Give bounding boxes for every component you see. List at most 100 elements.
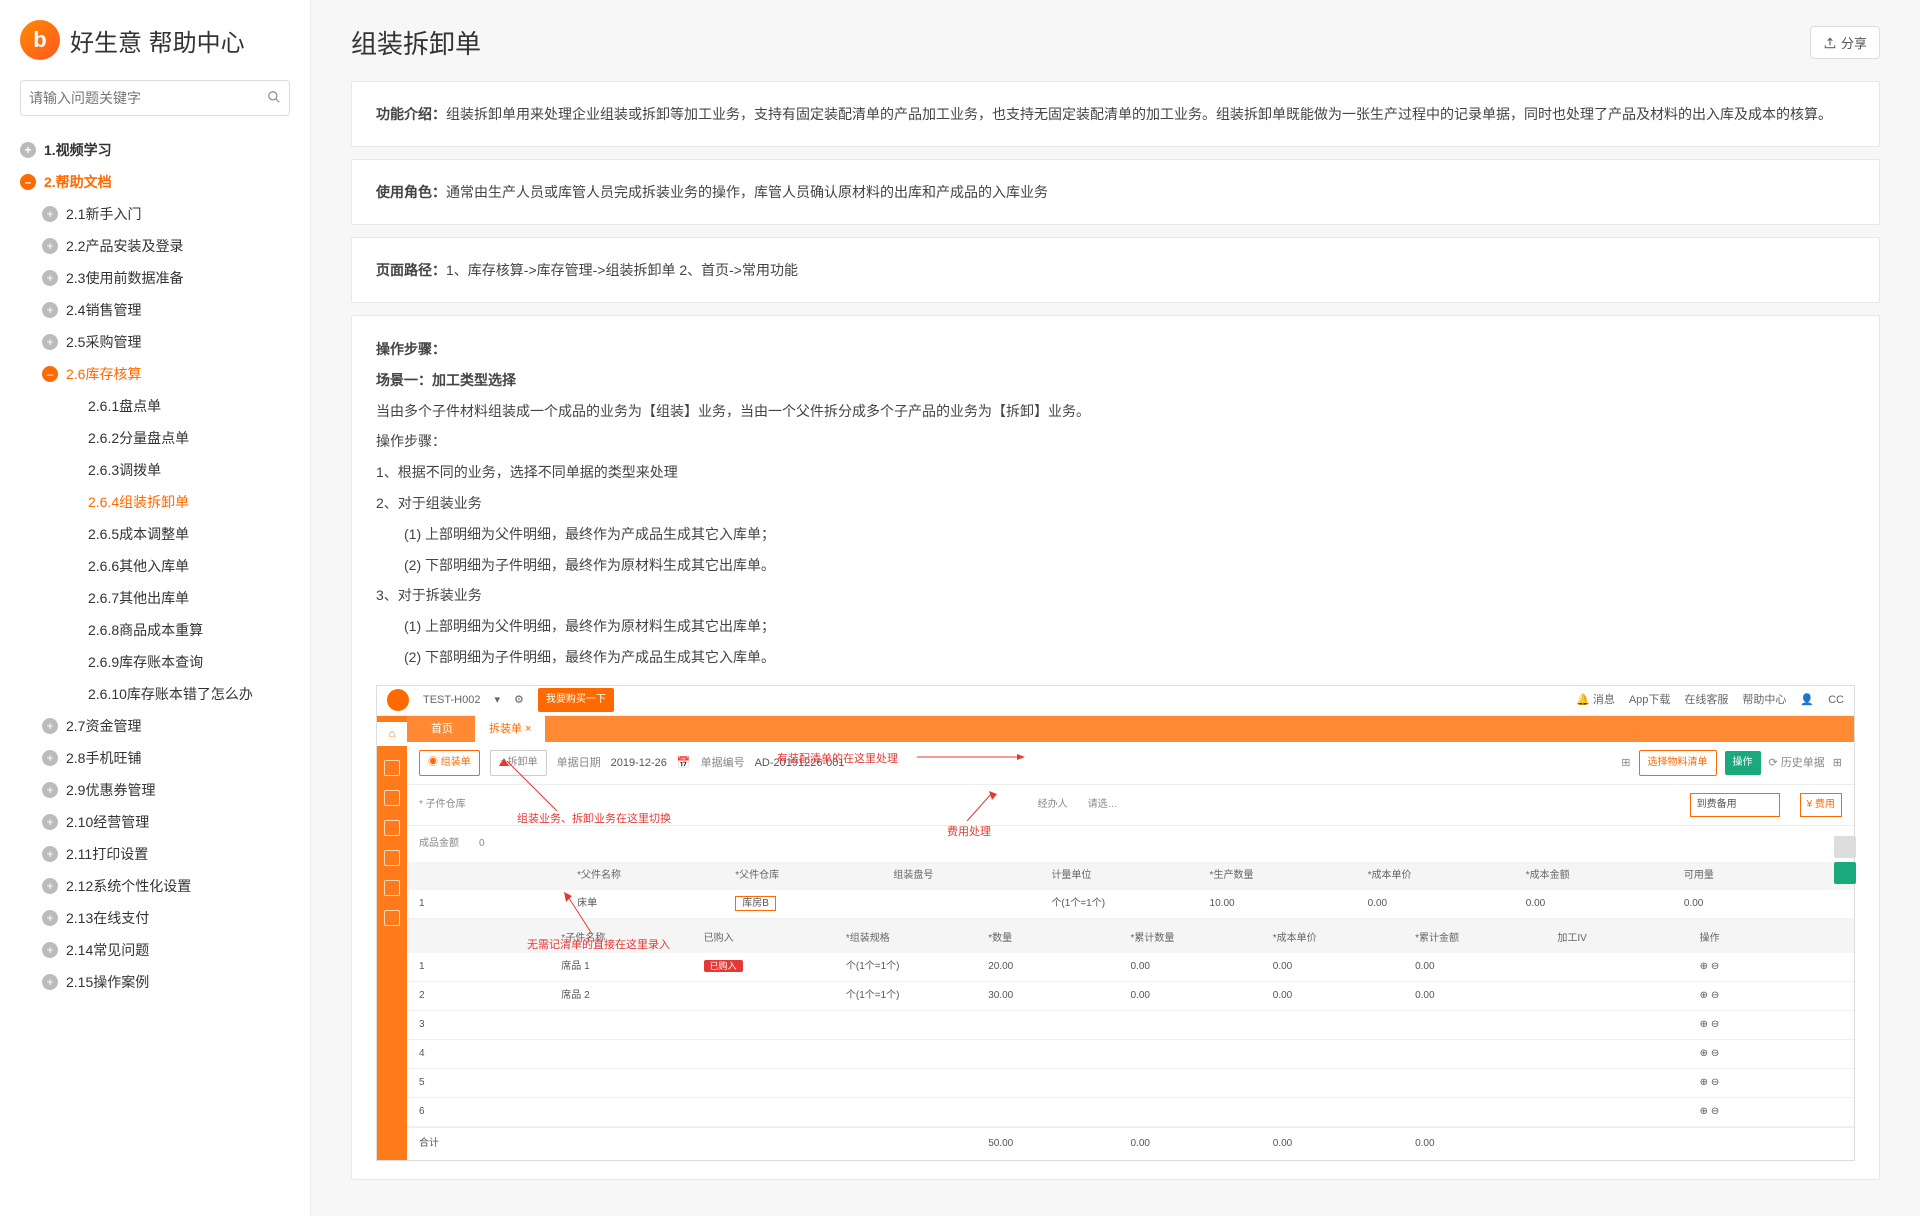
anno-fee: 费用处理 [947, 821, 991, 843]
ss-rail-icon [384, 790, 400, 806]
plus-icon: + [42, 750, 58, 766]
nav-2-12[interactable]: +2.12系统个性化设置 [20, 870, 310, 902]
ss-chip-ops: 操作 [1725, 751, 1761, 775]
nav-2-9[interactable]: +2.9优惠券管理 [20, 774, 310, 806]
nav-2-4[interactable]: +2.4销售管理 [20, 294, 310, 326]
ss-float-icon [1834, 862, 1856, 884]
nav-2-5[interactable]: +2.5采购管理 [20, 326, 310, 358]
ss-date-val: 2019-12-26 [611, 752, 667, 774]
ss-brand-icon [387, 689, 409, 711]
card-role: 使用角色：通常由生产人员或库管人员完成拆装业务的操作，库管人员确认原材料的出库和… [351, 159, 1880, 225]
ss-warehouse-label: * 子件仓库 [419, 795, 466, 815]
plus-icon: + [42, 846, 58, 862]
card-intro: 功能介绍：组装拆卸单用来处理企业组装或拆卸等加工业务，支持有固定装配清单的产品加… [351, 81, 1880, 147]
path-label: 页面路径： [376, 262, 446, 278]
ss-topbar: TEST-H002 ▾ ⚙ 我要购买一下 🔔 消息 App下载 在线客服 帮助中… [377, 686, 1854, 716]
nav-2-1[interactable]: +2.1新手入门 [20, 198, 310, 230]
anno-bom: 有装配清单的在这里处理 [777, 748, 898, 770]
nav-2-8[interactable]: +2.8手机旺铺 [20, 742, 310, 774]
nav-2-15[interactable]: +2.15操作案例 [20, 966, 310, 998]
ss-app: App下载 [1629, 689, 1671, 711]
nav-2-10[interactable]: +2.10经营管理 [20, 806, 310, 838]
plus-icon: + [42, 878, 58, 894]
nav-docs[interactable]: –2.帮助文档 [20, 166, 310, 198]
plus-icon: + [42, 206, 58, 222]
ss-left-rail: ⌂ [377, 716, 407, 1160]
nav-2-6-7[interactable]: 2.6.7其他出库单 [20, 582, 310, 614]
step-2: 2、对于组装业务 [376, 488, 1855, 519]
nav-2-7[interactable]: +2.7资金管理 [20, 710, 310, 742]
share-button[interactable]: 分享 [1810, 26, 1880, 59]
step-3a: (1) 上部明细为父件明细，最终作为原材料生成其它出库单； [376, 611, 1855, 642]
ss-amount-label: 成品金额 [419, 834, 459, 854]
ss-chip-disassemble: ○ 拆卸单 [490, 750, 547, 776]
steps-sub: 操作步骤： [376, 426, 1855, 457]
site-brand: b 好生意 帮助中心 [20, 20, 310, 60]
ss-msg: 🔔 消息 [1576, 689, 1615, 711]
ss-float-icon [1834, 836, 1856, 858]
search-input[interactable] [29, 90, 267, 106]
plus-icon: + [42, 974, 58, 990]
plus-icon: + [42, 910, 58, 926]
main-content: 组装拆卸单 分享 功能介绍：组装拆卸单用来处理企业组装或拆卸等加工业务，支持有固… [310, 0, 1920, 1216]
ss-child-row: 5⊕ ⊖ [407, 1069, 1854, 1098]
nav-2-6-9[interactable]: 2.6.9库存账本查询 [20, 646, 310, 678]
ss-fee-btn: ¥ 费用 [1800, 793, 1842, 817]
nav-video[interactable]: +1.视频学习 [20, 134, 310, 166]
site-title: 好生意 帮助中心 [70, 23, 245, 58]
nav-2-6-10[interactable]: 2.6.10库存账本错了怎么办 [20, 678, 310, 710]
path-text: 1、库存核算->库存管理->组装拆卸单 2、首页->常用功能 [446, 262, 798, 278]
ss-totals: 合计50.000.000.000.00 [407, 1127, 1854, 1160]
ss-account: TEST-H002 [423, 689, 480, 711]
plus-icon: + [42, 334, 58, 350]
ss-rail-icon [384, 760, 400, 776]
steps-heading: 操作步骤： [376, 334, 1855, 365]
ss-user: CC [1828, 689, 1844, 711]
ss-toolbar: ◉ 组装单 ○ 拆卸单 单据日期 2019-12-26 📅 单据编号 AD-20… [407, 742, 1854, 785]
share-icon [1823, 36, 1837, 50]
plus-icon: + [42, 718, 58, 734]
step-2a: (1) 上部明细为父件明细，最终作为产成品生成其它入库单； [376, 519, 1855, 550]
ss-child-row: 6⊕ ⊖ [407, 1098, 1854, 1127]
ss-rail-icon [384, 820, 400, 836]
ss-chip-assemble: ◉ 组装单 [419, 750, 480, 776]
scene-desc: 当由多个子件材料组装成一个成品的业务为【组装】业务，当由一个父件拆分成多个子产品… [376, 396, 1855, 427]
intro-label: 功能介绍： [376, 106, 446, 122]
nav-2-6-6[interactable]: 2.6.6其他入库单 [20, 550, 310, 582]
search-box[interactable] [20, 80, 290, 116]
minus-icon: – [42, 366, 58, 382]
step-3b: (2) 下部明细为子件明细，最终作为产成品生成其它入库单。 [376, 642, 1855, 673]
intro-text: 组装拆卸单用来处理企业组装或拆卸等加工业务，支持有固定装配清单的产品加工业务，也… [446, 106, 1832, 122]
ss-child-row: 4⊕ ⊖ [407, 1040, 1854, 1069]
ss-home-icon: ⌂ [377, 722, 407, 746]
nav-2-6-1[interactable]: 2.6.1盘点单 [20, 390, 310, 422]
nav-2-6-5[interactable]: 2.6.5成本调整单 [20, 518, 310, 550]
ss-handler-ph: 请选… [1088, 795, 1118, 815]
ss-parent-head: *父件名称*父件仓库组装盘号计量单位*生产数量*成本单价*成本金额可用量 [407, 862, 1854, 890]
ss-chip-bom: 选择物料清单 [1639, 750, 1717, 776]
nav-2-2[interactable]: +2.2产品安装及登录 [20, 230, 310, 262]
plus-icon: + [42, 270, 58, 286]
ss-rail-icon [384, 850, 400, 866]
page-title: 组装拆卸单 [351, 24, 481, 61]
ss-child-row: 1席品 1已购入个(1个=1个)20.000.000.000.00⊕ ⊖ [407, 953, 1854, 982]
nav-2-6-8[interactable]: 2.6.8商品成本重算 [20, 614, 310, 646]
nav-2-6-3[interactable]: 2.6.3调拨单 [20, 454, 310, 486]
nav-2-3[interactable]: +2.3使用前数据准备 [20, 262, 310, 294]
sidebar: b 好生意 帮助中心 +1.视频学习 –2.帮助文档 +2.1新手入门 +2.2… [0, 0, 310, 1216]
ss-tab-home: 首页 [417, 715, 467, 743]
plus-icon: + [42, 782, 58, 798]
nav-2-11[interactable]: +2.11打印设置 [20, 838, 310, 870]
ss-float-tools [1834, 836, 1856, 884]
search-icon[interactable] [267, 90, 281, 107]
nav-2-6-4[interactable]: 2.6.4组装拆卸单 [20, 486, 310, 518]
nav-2-6-2[interactable]: 2.6.2分量盘点单 [20, 422, 310, 454]
nav-2-13[interactable]: +2.13在线支付 [20, 902, 310, 934]
plus-icon: + [42, 814, 58, 830]
role-label: 使用角色： [376, 184, 446, 200]
nav-2-14[interactable]: +2.14常见问题 [20, 934, 310, 966]
card-steps: 操作步骤： 场景一：加工类型选择 当由多个子件材料组装成一个成品的业务为【组装】… [351, 315, 1880, 1180]
ss-child-row: 3⊕ ⊖ [407, 1011, 1854, 1040]
nav-2-6[interactable]: –2.6库存核算 [20, 358, 310, 390]
step-2b: (2) 下部明细为子件明细，最终作为原材料生成其它出库单。 [376, 550, 1855, 581]
